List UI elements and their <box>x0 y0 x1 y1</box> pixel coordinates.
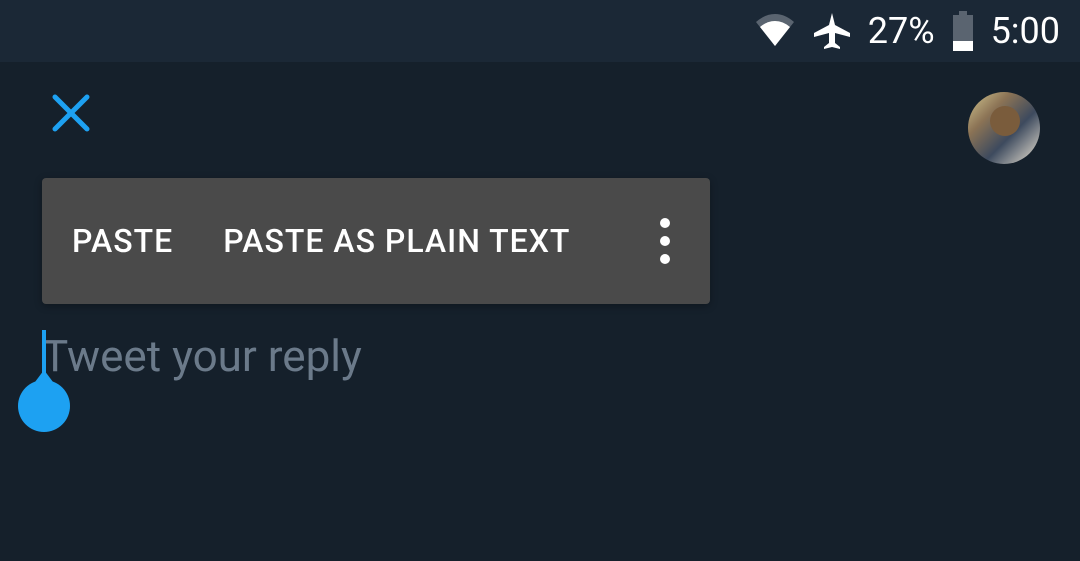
paste-menu-item[interactable]: PASTE <box>72 222 173 260</box>
compose-input[interactable]: Tweet your reply <box>42 330 1040 382</box>
compose-header <box>0 62 1080 164</box>
compose-placeholder: Tweet your reply <box>42 330 1040 382</box>
text-cursor-handle[interactable] <box>18 380 70 432</box>
battery-percent: 27% <box>868 10 935 52</box>
status-bar: 27% 5:00 <box>0 0 1080 62</box>
battery-icon <box>951 11 975 51</box>
wifi-icon <box>754 14 796 48</box>
clock-time: 5:00 <box>991 10 1060 52</box>
paste-plain-menu-item[interactable]: PASTE AS PLAIN TEXT <box>223 222 570 260</box>
airplane-mode-icon <box>812 11 852 51</box>
close-button[interactable] <box>50 92 92 138</box>
user-avatar[interactable] <box>968 92 1040 164</box>
text-context-menu: PASTE PASTE AS PLAIN TEXT <box>42 178 710 304</box>
more-options-icon[interactable] <box>650 208 680 274</box>
